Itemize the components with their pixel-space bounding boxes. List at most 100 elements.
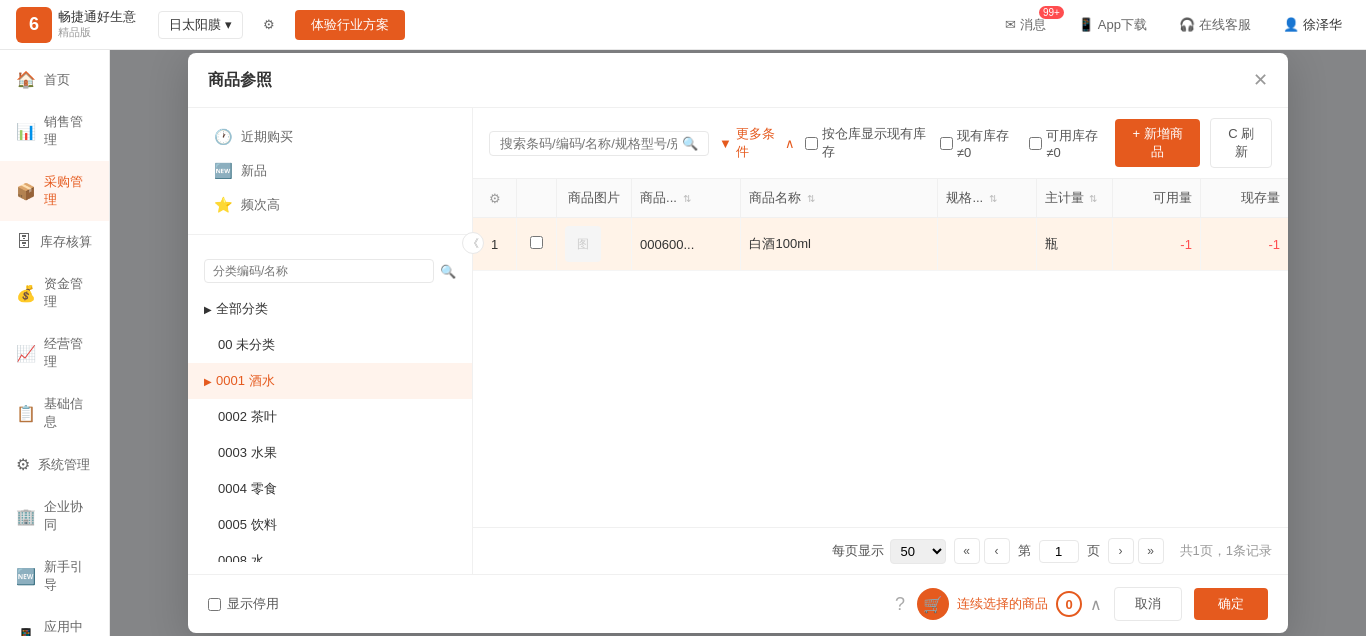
next-page-button[interactable]: ›	[1108, 538, 1134, 564]
category-0005[interactable]: 0005 饮料	[188, 507, 472, 543]
filter-icon: ▼	[719, 136, 732, 151]
search-icon[interactable]: 🔍	[440, 264, 456, 279]
finance-icon: 💰	[16, 284, 36, 303]
category-0004[interactable]: 0004 零食	[188, 471, 472, 507]
product-search-input[interactable]	[500, 136, 678, 151]
top-nav: 6 畅捷通好生意 精品版 日太阳膜 ▾ ⚙ 体验行业方案 ✉ 消息 99 📱 A…	[0, 0, 1366, 50]
page-navigation: « ‹ 第 页 › »	[954, 538, 1164, 564]
cart-area: 🛒 连续选择的商品 0 ∧	[917, 588, 1102, 620]
store-selector[interactable]: 日太阳膜 ▾	[158, 11, 243, 39]
sidebar-item-home[interactable]: 🏠 首页	[0, 58, 109, 101]
sidebar-item-inventory[interactable]: 🗄 库存核算	[0, 221, 109, 263]
product-table-container: ⚙ 商品图片 商品... ⇅	[473, 179, 1288, 527]
page-label: 第	[1018, 542, 1031, 560]
sidebar-item-sales[interactable]: 📊 销售管理	[0, 101, 109, 161]
sidebar-item-apps[interactable]: 📱 应用中心	[0, 606, 109, 636]
row-checkbox-cell[interactable]	[517, 218, 556, 271]
show-stock-checkbox-label[interactable]: 按仓库显示现有库存	[805, 125, 926, 161]
sidebar-item-purchase[interactable]: 📦 采购管理	[0, 161, 109, 221]
sidebar-item-operation[interactable]: 📈 经营管理	[0, 323, 109, 383]
col-spec-header[interactable]: 规格... ⇅	[938, 179, 1036, 218]
user-icon: 👤	[1283, 17, 1299, 32]
row-image-cell: 图	[556, 218, 631, 271]
more-filter-button[interactable]: ▼ 更多条件 ∧	[719, 125, 795, 161]
sidebar-item-finance[interactable]: 💰 资金管理	[0, 263, 109, 323]
inventory-icon: 🗄	[16, 233, 32, 251]
first-page-button[interactable]: «	[954, 538, 980, 564]
table-row[interactable]: 1 图 000600...	[473, 218, 1288, 271]
has-stock-checkbox[interactable]	[940, 137, 953, 150]
operation-icon: 📈	[16, 344, 36, 363]
category-0002[interactable]: 0002 茶叶	[188, 399, 472, 435]
category-all[interactable]: ▶ 全部分类	[188, 291, 472, 327]
nav-right: ✉ 消息 99 📱 App下载 🎧 在线客服 👤 徐泽华	[997, 12, 1350, 38]
col-settings[interactable]: ⚙	[473, 179, 517, 218]
home-icon: 🏠	[16, 70, 36, 89]
online-service-button[interactable]: 🎧 在线客服	[1171, 12, 1259, 38]
refresh-button[interactable]: C 刷新	[1210, 118, 1272, 168]
logo-text: 畅捷通好生意	[58, 9, 136, 26]
category-0008[interactable]: 0008 水	[188, 543, 472, 562]
category-0001[interactable]: ▶ 0001 酒水	[188, 363, 472, 399]
category-list: ▶ 全部分类 00 未分类 ▶ 0001 酒水 0002 茶叶	[188, 291, 472, 562]
per-page-selector: 每页显示 10 20 50 100	[832, 539, 946, 564]
footer-right: ? 🛒 连续选择的商品 0 ∧ 取消 确定	[895, 587, 1268, 621]
help-icon[interactable]: ?	[895, 594, 905, 615]
pagination: 每页显示 10 20 50 100 « ‹ 第	[473, 527, 1288, 574]
app-download-button[interactable]: 📱 App下载	[1070, 12, 1155, 38]
sidebar-item-basic[interactable]: 📋 基础信息	[0, 383, 109, 443]
row-unit-cell: 瓶	[1036, 218, 1113, 271]
col-name-header[interactable]: 商品名称 ⇅	[741, 179, 938, 218]
row-available-cell: -1	[1113, 218, 1201, 271]
page-number-input[interactable]	[1039, 540, 1079, 563]
show-disabled-checkbox[interactable]	[208, 598, 221, 611]
last-page-button[interactable]: »	[1138, 538, 1164, 564]
show-stock-checkbox[interactable]	[805, 137, 818, 150]
available-stock-checkbox-label[interactable]: 可用库存≠0	[1029, 127, 1104, 160]
logo-icon: 6	[16, 7, 52, 43]
message-button[interactable]: ✉ 消息 99	[997, 12, 1054, 38]
modal-footer: 显示停用 ? 🛒 连续选择的商品 0 ∧ 取消 确定	[188, 574, 1288, 633]
quick-link-recent[interactable]: 🕐 近期购买	[204, 120, 456, 154]
gear-button[interactable]: ⚙	[255, 13, 283, 36]
sidebar: 🏠 首页 📊 销售管理 📦 采购管理 🗄 库存核算 💰 资金管理 📈 经营管理 …	[0, 50, 110, 636]
sort-spec-icon: ⇅	[989, 193, 997, 204]
prev-page-button[interactable]: ‹	[984, 538, 1010, 564]
row-name-cell: 白酒100ml	[741, 218, 938, 271]
quick-link-frequent[interactable]: ⭐ 频次高	[204, 188, 456, 222]
collapse-left-button[interactable]: 《	[462, 232, 484, 254]
available-stock-checkbox[interactable]	[1029, 137, 1042, 150]
sidebar-item-system[interactable]: ⚙ 系统管理	[0, 443, 109, 486]
col-unit-header[interactable]: 主计量 ⇅	[1036, 179, 1113, 218]
sidebar-item-guide[interactable]: 🆕 新手引导	[0, 546, 109, 606]
arrow-icon: ▶	[204, 304, 212, 315]
row-stock-cell: -1	[1200, 218, 1288, 271]
message-icon: ✉	[1005, 17, 1016, 32]
col-code-header[interactable]: 商品... ⇅	[632, 179, 741, 218]
left-search: 🔍	[188, 251, 472, 291]
trial-button[interactable]: 体验行业方案	[295, 10, 405, 40]
user-avatar[interactable]: 👤 徐泽华	[1275, 12, 1350, 38]
cart-icon[interactable]: 🛒	[917, 588, 949, 620]
confirm-button[interactable]: 确定	[1194, 588, 1268, 620]
category-uncategorized[interactable]: 00 未分类	[188, 327, 472, 363]
category-0003[interactable]: 0003 水果	[188, 435, 472, 471]
app-icon: 📱	[1078, 17, 1094, 32]
per-page-select[interactable]: 10 20 50 100	[890, 539, 946, 564]
modal-close-button[interactable]: ✕	[1253, 69, 1268, 91]
gear-icon: ⚙	[263, 17, 275, 32]
add-product-button[interactable]: + 新增商品	[1115, 119, 1201, 167]
quick-link-new[interactable]: 🆕 新品	[204, 154, 456, 188]
category-search-input[interactable]	[204, 259, 434, 283]
sort-code-icon: ⇅	[683, 193, 691, 204]
toolbar: 🔍 ▼ 更多条件 ∧ 按仓库显示现有库存	[473, 108, 1288, 179]
has-stock-checkbox-label[interactable]: 现有库存≠0	[940, 127, 1015, 160]
product-thumbnail: 图	[565, 226, 601, 262]
up-arrow-icon[interactable]: ∧	[1090, 595, 1102, 614]
sidebar-item-enterprise[interactable]: 🏢 企业协同	[0, 486, 109, 546]
chevron-up-icon: ∧	[785, 136, 795, 151]
purchase-icon: 📦	[16, 182, 36, 201]
row-checkbox[interactable]	[530, 236, 543, 249]
search-submit-icon[interactable]: 🔍	[682, 136, 698, 151]
cancel-button[interactable]: 取消	[1114, 587, 1182, 621]
